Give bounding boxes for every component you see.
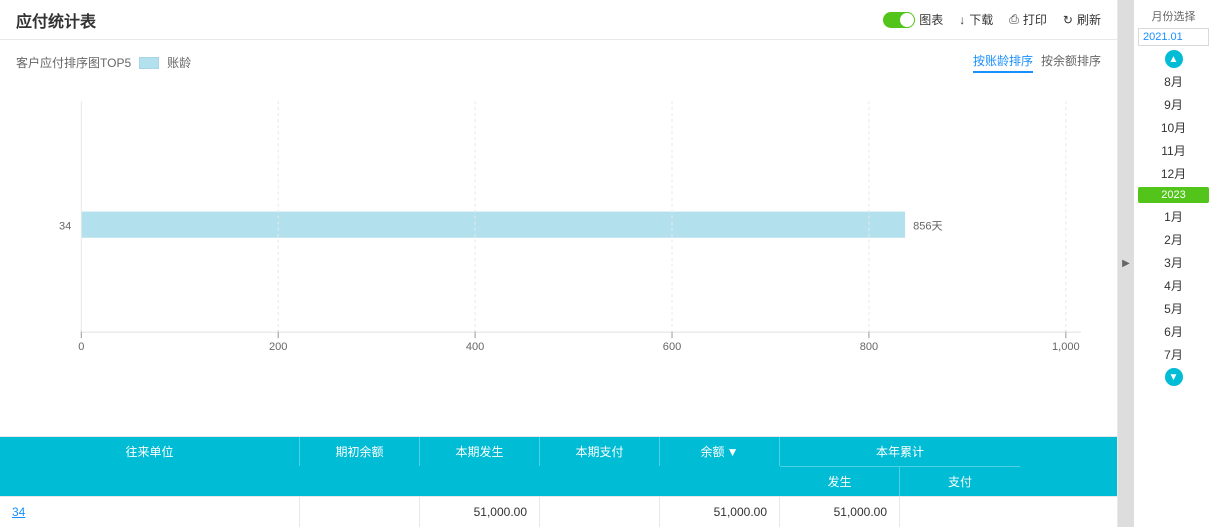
chart-section: 客户应付排序图TOP5 账龄 按账龄排序 按余额排序 34 856天: [0, 40, 1117, 436]
sort-by-age-button[interactable]: 按账龄排序: [973, 52, 1033, 73]
balance-sort-icon[interactable]: ▼: [727, 445, 739, 459]
th-year-pay: 支付: [900, 466, 1020, 496]
legend-box: [139, 57, 159, 69]
th-period-occur: 本期发生: [420, 437, 540, 466]
legend-box-label: 账龄: [167, 54, 191, 71]
sidebar-collapse-button[interactable]: ▶: [1118, 0, 1134, 527]
month-item[interactable]: 10月: [1134, 116, 1213, 139]
td-period-balance: [300, 497, 420, 527]
next-month-button[interactable]: ▼: [1165, 368, 1183, 386]
month-item[interactable]: 8月: [1134, 70, 1213, 93]
print-button[interactable]: ⎙ 打印: [1009, 11, 1047, 28]
toggle-thumb: [900, 13, 914, 27]
month-item[interactable]: 3月: [1134, 251, 1213, 274]
td-period-pay: [540, 497, 660, 527]
table-section: 往来单位 期初余额 本期发生 本期支付 余额 ▼ 本年累计 发生 支付: [0, 436, 1117, 527]
download-button[interactable]: ↓ 下载: [959, 11, 993, 28]
th-period-pay: 本期支付: [540, 437, 660, 466]
td-period-occur: 51,000.00: [420, 497, 540, 527]
month-input[interactable]: [1138, 28, 1209, 46]
toggle-track[interactable]: [883, 12, 915, 28]
chevron-right-icon: ▶: [1122, 258, 1130, 269]
month-item[interactable]: 9月: [1134, 93, 1213, 116]
chart-label: 图表: [919, 11, 943, 28]
chart-toggle[interactable]: 图表: [883, 11, 943, 28]
svg-text:800: 800: [860, 341, 878, 353]
sidebar-panel: ▶ 月份选择 ▲ 8月9月10月11月12月 2023 1月2月3月4月5月6月7月…: [1117, 0, 1213, 527]
svg-text:200: 200: [269, 341, 287, 353]
td-unit[interactable]: 34: [0, 497, 300, 527]
th-period-balance: 期初余额: [300, 437, 420, 466]
sidebar-label: 月份选择: [1134, 4, 1213, 28]
page-title: 应付统计表: [16, 8, 96, 32]
svg-text:1,000: 1,000: [1052, 341, 1080, 353]
year-badge: 2023: [1138, 187, 1209, 203]
refresh-label: 刷新: [1077, 11, 1101, 28]
refresh-button[interactable]: ↻ 刷新: [1063, 11, 1101, 28]
th-year-occur: 发生: [780, 466, 900, 496]
refresh-icon: ↻: [1063, 13, 1073, 27]
header-actions: 图表 ↓ 下载 ⎙ 打印 ↻ 刷新: [883, 11, 1101, 28]
month-item[interactable]: 5月: [1134, 297, 1213, 320]
svg-text:600: 600: [663, 341, 681, 353]
download-icon: ↓: [959, 13, 965, 27]
sort-by-balance-button[interactable]: 按余额排序: [1041, 52, 1101, 73]
table-header-row1: 往来单位 期初余额 本期发生 本期支付 余额 ▼ 本年累计: [0, 437, 1117, 466]
month-item[interactable]: 7月: [1134, 343, 1213, 366]
month-item[interactable]: 11月: [1134, 139, 1213, 162]
svg-text:856天: 856天: [913, 221, 942, 233]
prev-month-button[interactable]: ▲: [1165, 50, 1183, 68]
th-balance: 余额 ▼: [660, 437, 780, 466]
sidebar-months: 月份选择 ▲ 8月9月10月11月12月 2023 1月2月3月4月5月6月7月 ▼: [1134, 0, 1213, 527]
month-item[interactable]: 1月: [1134, 205, 1213, 228]
td-balance: 51,000.00: [660, 497, 780, 527]
bar-chart: 34 856天 0 200 400 600: [16, 81, 1101, 424]
td-year-pay: [900, 497, 1020, 527]
chart-legend: 客户应付排序图TOP5 账龄: [16, 54, 191, 71]
svg-text:34: 34: [59, 221, 71, 233]
svg-text:400: 400: [466, 341, 484, 353]
download-label: 下载: [969, 11, 993, 28]
svg-text:0: 0: [78, 341, 84, 353]
legend-text: 客户应付排序图TOP5: [16, 54, 131, 71]
chart-wrapper: 34 856天 0 200 400 600: [16, 81, 1101, 424]
table-row: 34 51,000.00 51,000.00 51,000.00: [0, 496, 1117, 527]
table-header-row2: 发生 支付: [0, 466, 1117, 496]
th-unit: 往来单位: [0, 437, 300, 466]
td-year-occur: 51,000.00: [780, 497, 900, 527]
print-label: 打印: [1023, 11, 1047, 28]
th-year-cum: 本年累计: [780, 437, 1020, 466]
month-item[interactable]: 12月: [1134, 162, 1213, 185]
month-item[interactable]: 4月: [1134, 274, 1213, 297]
chart-toolbar: 客户应付排序图TOP5 账龄 按账龄排序 按余额排序: [16, 52, 1101, 73]
chart-sort-buttons: 按账龄排序 按余额排序: [973, 52, 1101, 73]
print-icon: ⎙: [1009, 12, 1019, 27]
month-list: 8月9月10月11月12月 2023 1月2月3月4月5月6月7月: [1134, 70, 1213, 366]
month-item[interactable]: 2月: [1134, 228, 1213, 251]
month-item[interactable]: 6月: [1134, 320, 1213, 343]
